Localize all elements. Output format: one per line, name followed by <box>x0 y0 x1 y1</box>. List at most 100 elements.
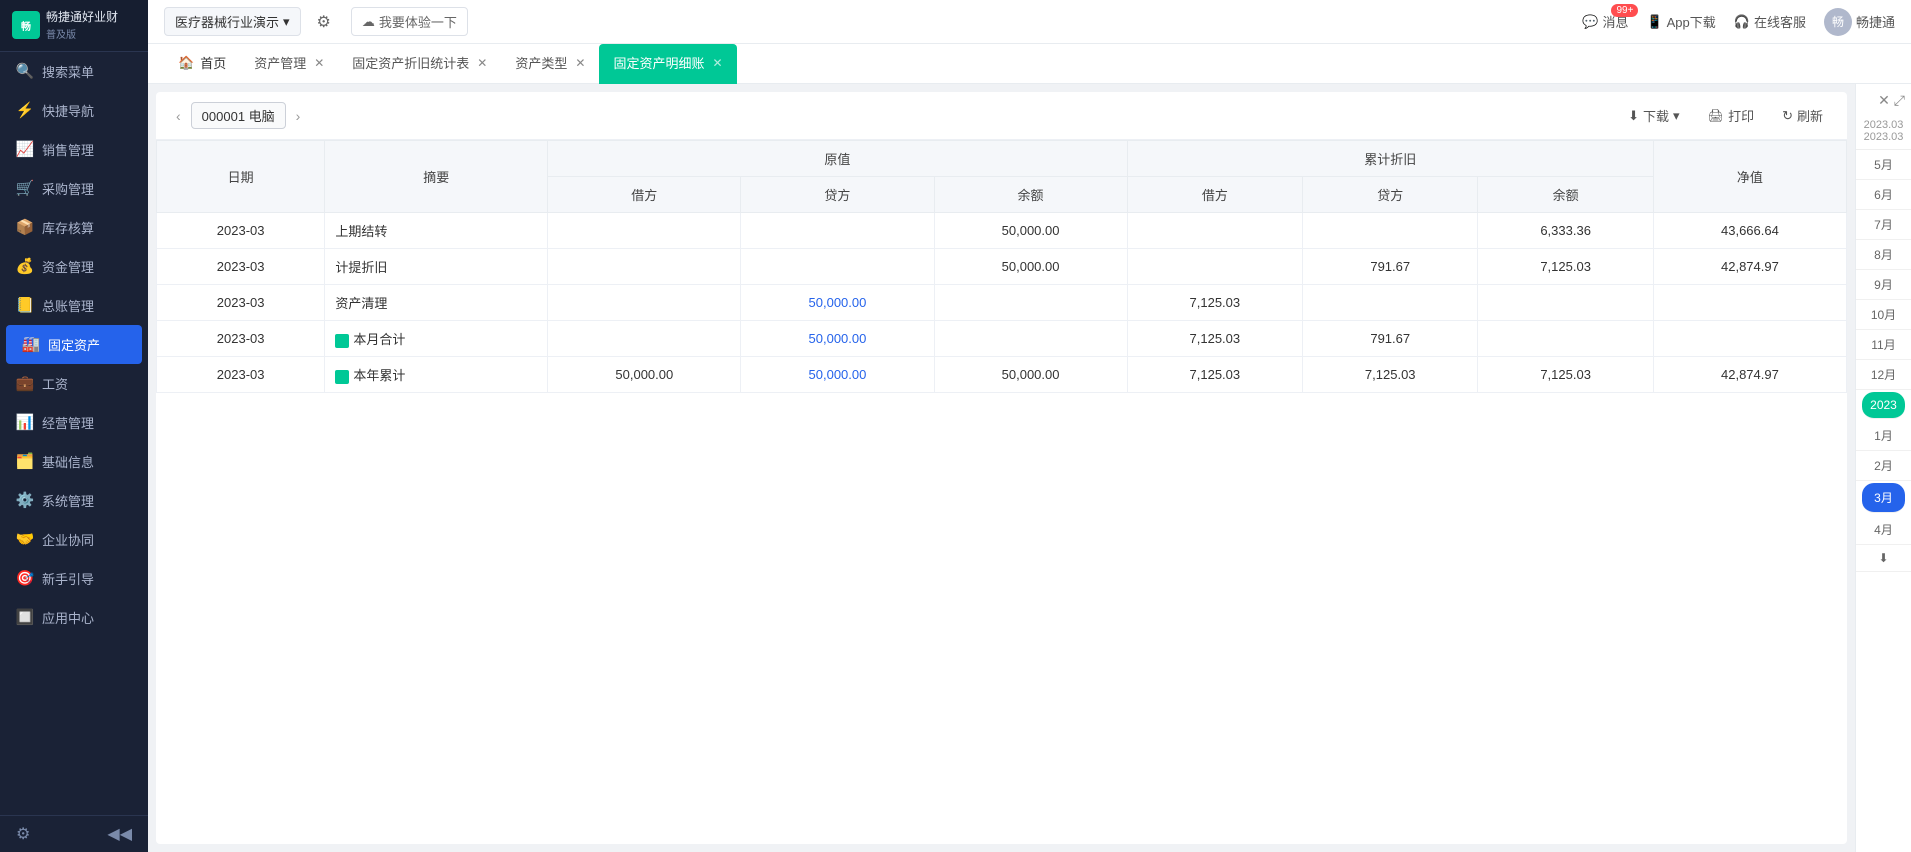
sidebar-item-apps[interactable]: 🔲 应用中心 <box>0 598 148 637</box>
col-header-net-value: 净值 <box>1653 141 1846 213</box>
tab-asset-type[interactable]: 资产类型 ✕ <box>501 44 599 84</box>
tab-asset-mgmt[interactable]: 资产管理 ✕ <box>240 44 338 84</box>
col-header-accum-debit: 借方 <box>1127 177 1302 213</box>
sidebar-item-sales[interactable]: 📈 销售管理 <box>0 130 148 169</box>
right-panel-month-4[interactable]: 4月 <box>1856 515 1911 545</box>
print-icon: 🖨 <box>1708 108 1725 124</box>
col-header-orig-balance: 余额 <box>934 177 1127 213</box>
tab-depreciation-stats[interactable]: 固定资产折旧统计表 ✕ <box>338 44 501 84</box>
sidebar-item-search[interactable]: 🔍 搜索菜单 <box>0 52 148 91</box>
sidebar-item-inventory[interactable]: 📦 库存核算 <box>0 208 148 247</box>
table-row: 2023-03 资产清理 50,000.00 7,125.03 <box>157 285 1847 321</box>
collapse-sidebar-icon[interactable]: ◀◀ <box>107 824 132 844</box>
right-panel-month-3[interactable]: 3月 <box>1862 483 1905 513</box>
tab-asset-mgmt-label: 资产管理 <box>254 53 306 72</box>
sidebar-item-basic[interactable]: 🗂️ 基础信息 <box>0 442 148 481</box>
right-panel-expand-icon[interactable]: ⤢ <box>1894 92 1905 109</box>
right-panel-month-2[interactable]: 2月 <box>1856 451 1911 481</box>
tab-depreciation-stats-label: 固定资产折旧统计表 <box>352 53 469 72</box>
sidebar-item-payroll[interactable]: 💼 工资 <box>0 364 148 403</box>
experience-btn[interactable]: ☁ 我要体验一下 <box>351 7 468 36</box>
sidebar-bottom: ⚙ ◀◀ <box>0 815 148 852</box>
sidebar-item-operations[interactable]: 📊 经营管理 <box>0 403 148 442</box>
right-panel-month-9[interactable]: 9月 <box>1856 270 1911 300</box>
download-btn[interactable]: ⬇ 下载 ▾ <box>1620 102 1687 129</box>
download-dropdown-icon: ▾ <box>1673 108 1680 124</box>
content-area: ‹ 000001 电脑 › ⬇ 下载 ▾ 🖨 打印 ↻ <box>148 84 1911 852</box>
tab-asset-detail[interactable]: 固定资产明细账 ✕ <box>599 44 736 84</box>
cell-orig-debit: 50,000.00 <box>548 357 741 393</box>
sidebar-item-fixedassets[interactable]: 🏭 固定资产 <box>6 325 142 364</box>
service-icon: 🎧 <box>1734 14 1750 30</box>
col-header-accum-balance: 余额 <box>1478 177 1653 213</box>
tab-asset-detail-label: 固定资产明细账 <box>613 53 704 72</box>
tab-depreciation-stats-close[interactable]: ✕ <box>477 56 487 70</box>
table-row: 2023-03 上期结转 50,000.00 6,333.36 43,666.6… <box>157 213 1847 249</box>
cell-accum-debit: 7,125.03 <box>1127 357 1302 393</box>
sidebar-item-label: 工资 <box>42 374 68 393</box>
cell-orig-balance <box>934 321 1127 357</box>
right-panel-month-1[interactable]: 1月 <box>1856 421 1911 451</box>
col-header-original-value: 原值 <box>548 141 1127 177</box>
cell-accum-balance: 7,125.03 <box>1478 249 1653 285</box>
prev-arrow[interactable]: ‹ <box>172 106 185 126</box>
sidebar-scroll: 🔍 搜索菜单 ⚡ 快捷导航 📈 销售管理 🛒 采购管理 📦 库存核算 💰 资金管… <box>0 52 148 815</box>
cell-orig-credit <box>741 213 934 249</box>
next-arrow[interactable]: › <box>292 106 305 126</box>
sidebar-item-label: 固定资产 <box>48 335 100 354</box>
messages-item[interactable]: 💬 消息 99+ <box>1582 12 1628 31</box>
service-item[interactable]: 🎧 在线客服 <box>1734 12 1806 31</box>
company-selector[interactable]: 医疗器械行业演示 ▾ <box>164 7 301 36</box>
purchase-icon: 🛒 <box>16 179 34 197</box>
tab-home[interactable]: 🏠 首页 <box>164 44 240 84</box>
company-name: 医疗器械行业演示 <box>175 12 279 31</box>
settings-icon[interactable]: ⚙ <box>313 8 335 36</box>
sidebar-item-purchase[interactable]: 🛒 采购管理 <box>0 169 148 208</box>
right-panel-month-5[interactable]: 5月 <box>1856 150 1911 180</box>
row-icon <box>335 334 349 348</box>
tab-asset-type-label: 资产类型 <box>515 53 567 72</box>
right-panel-month-11[interactable]: 11月 <box>1856 330 1911 360</box>
settings-bottom-icon[interactable]: ⚙ <box>16 824 30 844</box>
right-panel-month-6[interactable]: 6月 <box>1856 180 1911 210</box>
page-toolbar: ‹ 000001 电脑 › ⬇ 下载 ▾ 🖨 打印 ↻ <box>156 92 1847 140</box>
cell-accum-balance: 6,333.36 <box>1478 213 1653 249</box>
right-panel-year-2023[interactable]: 2023 <box>1862 392 1905 419</box>
sidebar-item-capital[interactable]: 💰 资金管理 <box>0 247 148 286</box>
right-panel-close-icon[interactable]: ✕ <box>1878 92 1890 109</box>
sidebar-item-ledger[interactable]: 📒 总账管理 <box>0 286 148 325</box>
col-header-date: 日期 <box>157 141 325 213</box>
cell-orig-credit: 50,000.00 <box>741 321 934 357</box>
sidebar-item-quicknav[interactable]: ⚡ 快捷导航 <box>0 91 148 130</box>
right-panel-month-10[interactable]: 10月 <box>1856 300 1911 330</box>
cell-orig-balance: 50,000.00 <box>934 213 1127 249</box>
download-btn-label: 下载 <box>1643 106 1669 125</box>
download-item[interactable]: 📱 App下载 <box>1646 12 1715 31</box>
refresh-btn[interactable]: ↻ 刷新 <box>1774 102 1831 129</box>
sidebar-item-label: 资金管理 <box>42 257 94 276</box>
cell-summary: 本月合计 <box>325 321 548 357</box>
col-header-orig-debit: 借方 <box>548 177 741 213</box>
cell-accum-credit <box>1303 285 1478 321</box>
tab-asset-mgmt-close[interactable]: ✕ <box>314 56 324 70</box>
tab-asset-detail-close[interactable]: ✕ <box>712 56 722 70</box>
right-panel-month-8[interactable]: 8月 <box>1856 240 1911 270</box>
sales-icon: 📈 <box>16 140 34 158</box>
sidebar-item-system[interactable]: ⚙️ 系统管理 <box>0 481 148 520</box>
download-icon: 📱 <box>1646 14 1662 30</box>
user-item[interactable]: 畅 畅捷通 <box>1824 8 1895 36</box>
cell-accum-debit: 7,125.03 <box>1127 321 1302 357</box>
sidebar-item-guide[interactable]: 🎯 新手引导 <box>0 559 148 598</box>
tab-asset-type-close[interactable]: ✕ <box>575 56 585 70</box>
home-icon: 🏠 <box>178 55 194 71</box>
col-header-summary: 摘要 <box>325 141 548 213</box>
cell-orig-debit <box>548 321 741 357</box>
cell-accum-credit: 791.67 <box>1303 249 1478 285</box>
cell-summary: 资产清理 <box>325 285 548 321</box>
right-panel-scroll-down[interactable]: ⬇ <box>1856 545 1911 572</box>
sidebar-item-collab[interactable]: 🤝 企业协同 <box>0 520 148 559</box>
right-panel-month-12[interactable]: 12月 <box>1856 360 1911 390</box>
cell-orig-debit <box>548 213 741 249</box>
right-panel-month-7[interactable]: 7月 <box>1856 210 1911 240</box>
print-btn[interactable]: 🖨 打印 <box>1700 102 1763 129</box>
